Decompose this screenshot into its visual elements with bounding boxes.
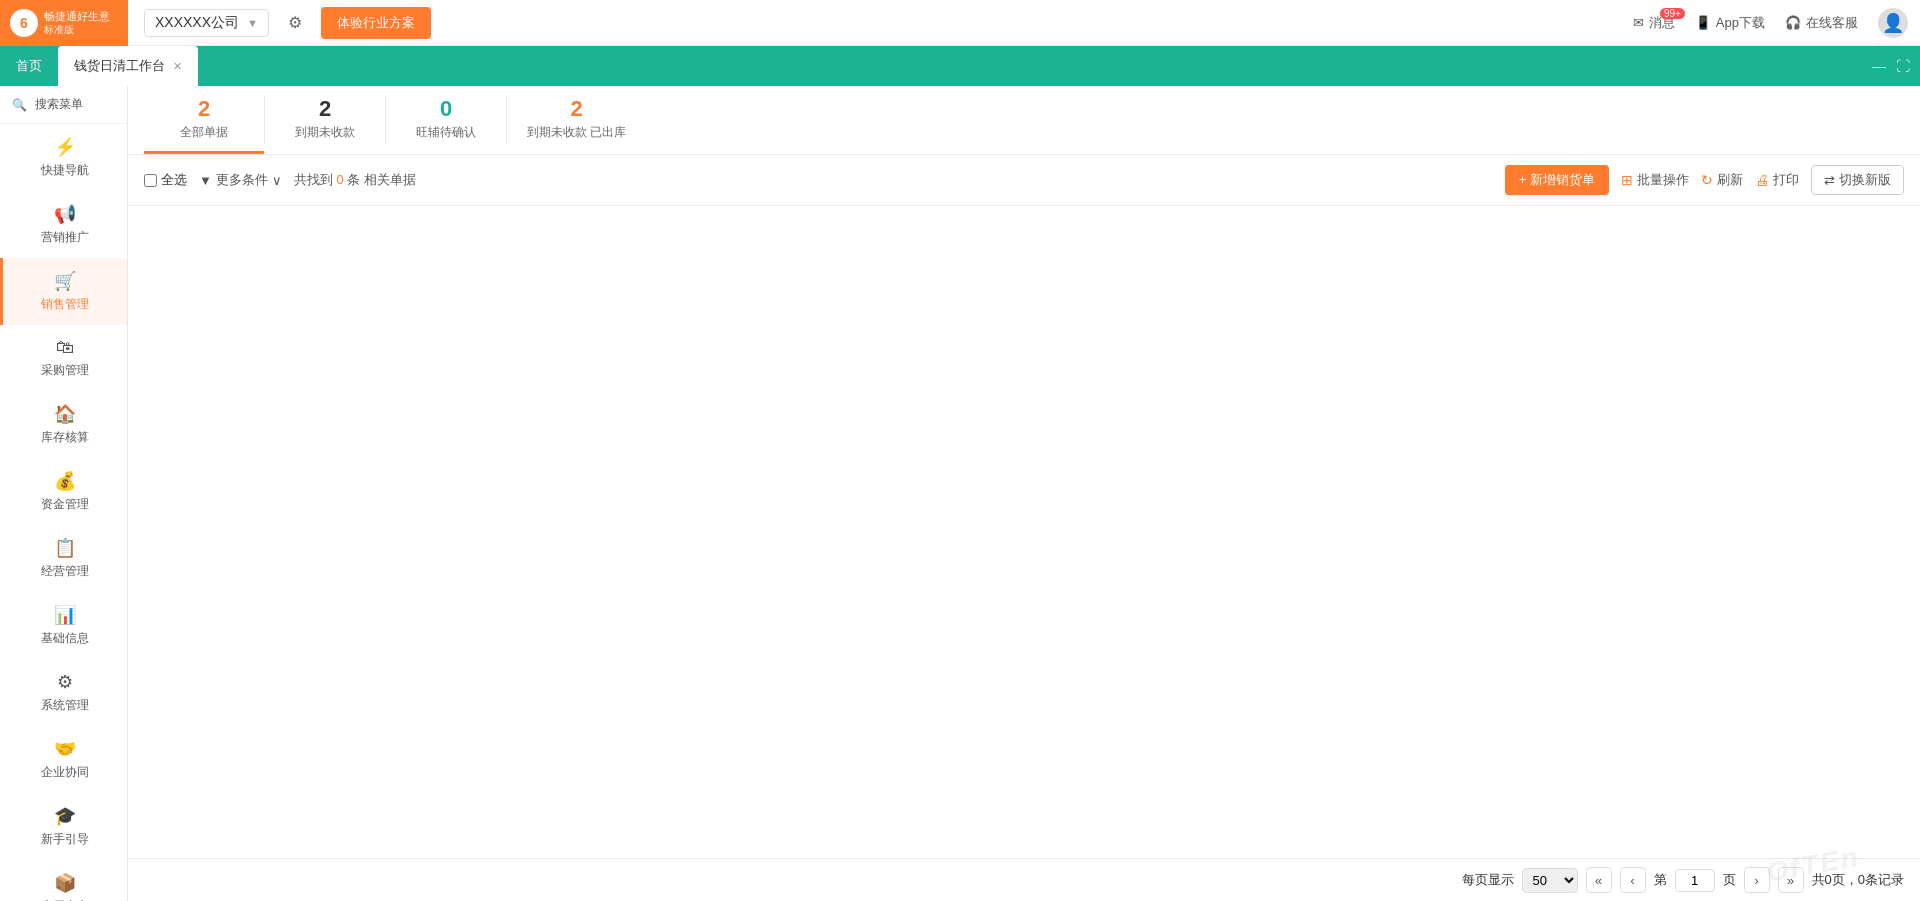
total-info: 共0页，0条记录: [1812, 871, 1904, 889]
stats-tabs: 2 全部单据 2 到期未收款 0 旺辅待确认 2 到期未收款 已出库: [128, 86, 1920, 155]
select-all-checkbox[interactable]: 全选: [144, 171, 187, 189]
count-info: 共找到 0 条 相关单据: [294, 171, 416, 189]
toolbar: 全选 ▼ 更多条件 ∨ 共找到 0 条 相关单据 + 新增销货单 ⊞: [128, 155, 1920, 206]
sidebar-item-base-info[interactable]: 📊 基础信息: [0, 592, 127, 659]
download-icon: 📱: [1695, 15, 1711, 30]
quick-nav-icon: ⚡: [54, 136, 76, 158]
message-icon: ✉: [1633, 15, 1644, 30]
stat-label-all: 全部单据: [180, 124, 228, 141]
newbie-icon: 🎓: [54, 805, 76, 827]
app-center-icon: 📦: [54, 872, 76, 894]
batch-icon: ⊞: [1621, 172, 1633, 188]
count-value: 0: [337, 172, 344, 187]
top-header: 6 畅捷通好生意 标准版 XXXXXX公司 ▼ ⚙ 体验行业方案 ✉ 消息 99…: [0, 0, 1920, 46]
sidebar-item-system[interactable]: ⚙ 系统管理: [0, 659, 127, 726]
experience-btn[interactable]: 体验行业方案: [321, 7, 431, 39]
online-service-btn[interactable]: 🎧 在线客服: [1785, 14, 1858, 32]
settings-icon-btn[interactable]: ⚙: [279, 7, 311, 39]
stat-num-shipped: 2: [571, 96, 583, 122]
stat-label-shipped: 到期未收款 已出库: [527, 124, 626, 141]
first-page-btn[interactable]: «: [1586, 867, 1612, 893]
finance-icon: 💰: [54, 470, 76, 492]
purchase-icon: 🛍: [56, 337, 74, 358]
prev-page-btn[interactable]: ‹: [1620, 867, 1646, 893]
refresh-icon: ↻: [1701, 172, 1713, 188]
avatar[interactable]: 👤: [1878, 8, 1908, 38]
stat-tab-shipped[interactable]: 2 到期未收款 已出库: [507, 86, 646, 154]
batch-operation-btn[interactable]: ⊞ 批量操作: [1621, 166, 1689, 194]
stat-num-overdue: 2: [319, 96, 331, 122]
tab-bar: 首页 钱货日清工作台 ✕ — ⛶: [0, 46, 1920, 86]
content-area: 2 全部单据 2 到期未收款 0 旺辅待确认 2 到期未收款 已出库: [128, 86, 1920, 901]
sidebar-item-enterprise[interactable]: 🤝 企业协同: [0, 726, 127, 793]
message-badge: 99+: [1660, 8, 1685, 19]
marketing-icon: 📢: [54, 203, 76, 225]
logo-text: 畅捷通好生意 标准版: [44, 9, 110, 36]
maximize-btn[interactable]: ⛶: [1896, 58, 1910, 74]
stat-label-overdue: 到期未收款: [295, 124, 355, 141]
add-sales-order-btn[interactable]: + 新增销货单: [1505, 165, 1609, 195]
last-page-btn[interactable]: »: [1778, 867, 1804, 893]
stat-label-pending: 旺辅待确认: [416, 124, 476, 141]
stat-tab-all[interactable]: 2 全部单据: [144, 86, 264, 154]
current-page-input[interactable]: 1: [1675, 869, 1715, 892]
sidebar-item-inventory[interactable]: 🏠 库存核算: [0, 391, 127, 458]
stat-tab-pending[interactable]: 0 旺辅待确认: [386, 86, 506, 154]
print-btn[interactable]: 🖨 打印: [1755, 166, 1799, 194]
base-info-icon: 📊: [54, 604, 76, 626]
user-icon: 👤: [1882, 12, 1904, 34]
sales-icon: 🛒: [54, 270, 76, 292]
filter-arrow: ∨: [272, 173, 282, 188]
sidebar-item-finance[interactable]: 💰 资金管理: [0, 458, 127, 525]
refresh-btn[interactable]: ↻ 刷新: [1701, 166, 1743, 194]
minimize-btn[interactable]: —: [1872, 58, 1886, 74]
switch-version-btn[interactable]: ⇄ 切换新版: [1811, 165, 1904, 195]
search-icon: 🔍: [12, 98, 27, 112]
tab-bar-actions: — ⛶: [1872, 58, 1920, 74]
operations-icon: 📋: [54, 537, 76, 559]
page-unit: 页: [1723, 871, 1736, 889]
app-download-btn[interactable]: 📱 App下载: [1695, 14, 1765, 32]
gear-icon: ⚙: [288, 13, 302, 32]
select-all-input[interactable]: [144, 174, 157, 187]
filter-btn[interactable]: ▼ 更多条件 ∨: [199, 171, 282, 189]
company-selector[interactable]: XXXXXX公司 ▼: [144, 9, 269, 37]
message-btn[interactable]: ✉ 消息 99+: [1633, 14, 1675, 32]
sidebar-item-marketing[interactable]: 📢 营销推广: [0, 191, 127, 258]
header-right: ✉ 消息 99+ 📱 App下载 🎧 在线客服 👤: [1633, 8, 1908, 38]
toolbar-right: + 新增销货单 ⊞ 批量操作 ↻ 刷新 🖨 打印 ⇄ 切换新版: [1505, 165, 1904, 195]
toolbar-left: 全选 ▼ 更多条件 ∨ 共找到 0 条 相关单据: [144, 171, 1493, 189]
stat-num-pending: 0: [440, 96, 452, 122]
pagination: 每页显示 10 20 50 100 « ‹ 第 1 页 › » 共0页，0条记录: [128, 858, 1920, 901]
logo-area: 6 畅捷通好生意 标准版: [0, 0, 128, 46]
sidebar-search[interactable]: 🔍 搜索菜单: [0, 86, 127, 124]
switch-icon: ⇄: [1824, 173, 1835, 188]
filter-icon: ▼: [199, 173, 212, 188]
data-area: [128, 206, 1920, 858]
print-icon: 🖨: [1755, 172, 1769, 188]
sidebar-item-sales[interactable]: 🛒 销售管理: [0, 258, 127, 325]
sidebar-item-newbie[interactable]: 🎓 新手引导: [0, 793, 127, 860]
service-icon: 🎧: [1785, 15, 1801, 30]
sidebar-item-purchase[interactable]: 🛍 采购管理: [0, 325, 127, 391]
tab-work-bench[interactable]: 钱货日清工作台 ✕: [58, 46, 198, 86]
page-label: 第: [1654, 871, 1667, 889]
stat-tab-overdue[interactable]: 2 到期未收款: [265, 86, 385, 154]
logo-icon: 6: [10, 9, 38, 37]
sidebar-item-operations[interactable]: 📋 经营管理: [0, 525, 127, 592]
inventory-icon: 🏠: [54, 403, 76, 425]
per-page-label: 每页显示: [1462, 871, 1514, 889]
system-icon: ⚙: [57, 671, 73, 693]
company-dropdown-arrow: ▼: [247, 17, 258, 29]
next-page-btn[interactable]: ›: [1744, 867, 1770, 893]
tab-close-icon[interactable]: ✕: [173, 60, 182, 73]
page-size-select[interactable]: 10 20 50 100: [1522, 868, 1578, 893]
main-layout: 🔍 搜索菜单 ⚡ 快捷导航 📢 营销推广 🛒 销售管理 🛍 采购管理 🏠 库存核…: [0, 86, 1920, 901]
sidebar-item-quick-nav[interactable]: ⚡ 快捷导航: [0, 124, 127, 191]
stat-num-all: 2: [198, 96, 210, 122]
tab-home[interactable]: 首页: [0, 46, 58, 86]
sidebar-item-app-center[interactable]: 📦 应用中心: [0, 860, 127, 901]
sidebar: 🔍 搜索菜单 ⚡ 快捷导航 📢 营销推广 🛒 销售管理 🛍 采购管理 🏠 库存核…: [0, 86, 128, 901]
enterprise-icon: 🤝: [54, 738, 76, 760]
